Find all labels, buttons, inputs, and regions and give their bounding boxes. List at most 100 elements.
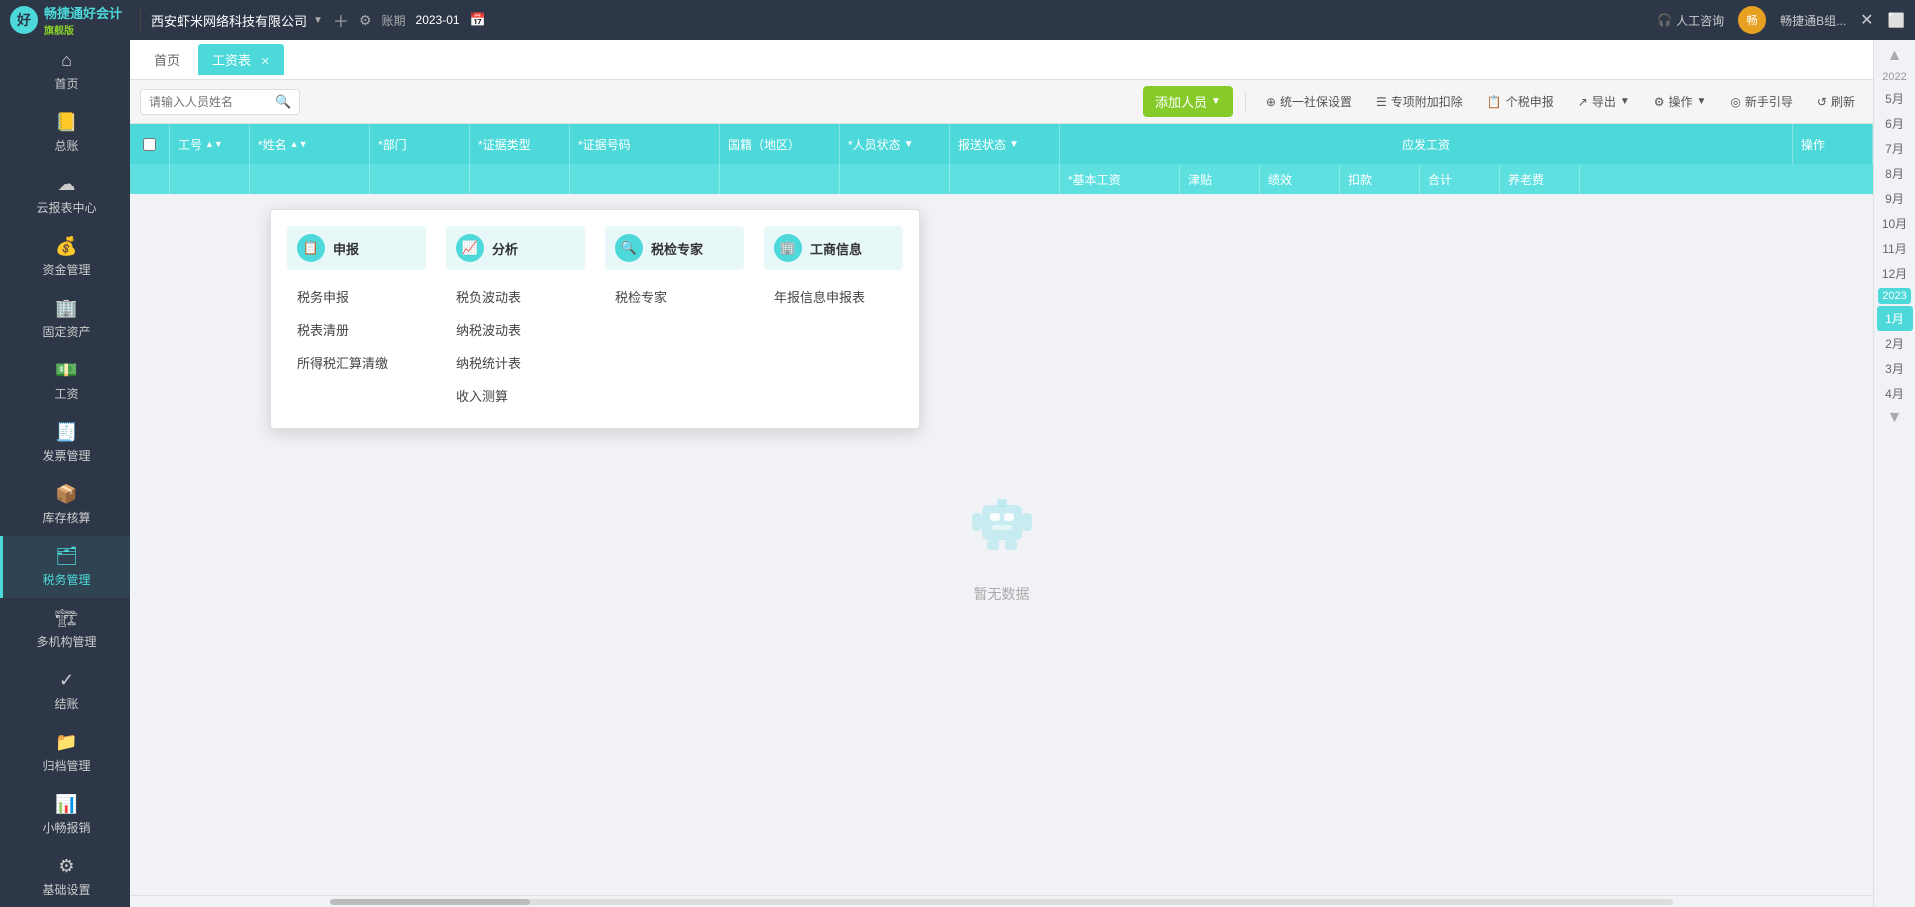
sidebar-item-basic-settings[interactable]: ⚙ 基础设置: [0, 846, 130, 907]
tab-bar: 首页 工资表 ✕: [130, 40, 1873, 80]
sub-th-total-label: 合计: [1428, 171, 1452, 188]
dropdown-item-tax-report[interactable]: 税务申报: [287, 280, 426, 313]
timeline-month-4[interactable]: 4月: [1877, 381, 1913, 406]
sidebar-item-fund[interactable]: 💰 资金管理: [0, 226, 130, 288]
filter-icon-status[interactable]: ▼: [904, 139, 914, 150]
th-nation: 国籍（地区）: [720, 124, 840, 164]
tab-salary-table[interactable]: 工资表 ✕: [198, 44, 284, 75]
timeline-month-8[interactable]: 8月: [1877, 161, 1913, 186]
add-person-button[interactable]: 添加人员 ▼: [1143, 86, 1233, 117]
social-insurance-label: 统一社保设置: [1280, 93, 1352, 110]
empty-robot-svg: [962, 485, 1042, 565]
user-avatar[interactable]: 畅: [1738, 6, 1766, 34]
personal-tax-label: 个税申报: [1506, 93, 1554, 110]
th-id-num-label: *证据号码: [578, 136, 631, 153]
headset-icon: 🎧: [1657, 13, 1672, 27]
maximize-window-button[interactable]: ⬜: [1888, 12, 1905, 29]
sidebar-item-home[interactable]: ⌂ 首页: [0, 40, 130, 102]
search-box[interactable]: 🔍: [140, 89, 300, 115]
tax-dropdown-menu: 📋 申报 税务申报 税表清册 所得税汇算清缴: [270, 209, 920, 429]
refresh-button[interactable]: ↺ 刷新: [1809, 89, 1863, 114]
company-selector[interactable]: 西安虾米网络科技有限公司 ▼: [151, 11, 323, 30]
dropdown-section-report-header: 📋 申报: [287, 226, 426, 270]
close-window-button[interactable]: ✕: [1860, 10, 1873, 30]
sidebar-item-inventory[interactable]: 📦 库存核算: [0, 474, 130, 536]
sidebar-item-multi-org[interactable]: 🏗 多机构管理: [0, 598, 130, 660]
sidebar-item-tax[interactable]: 🗂 税务管理: [0, 536, 130, 598]
select-all-checkbox[interactable]: [143, 138, 156, 151]
home-icon: ⌂: [61, 50, 72, 71]
empty-text: 暂无数据: [974, 584, 1030, 604]
operations-icon: ⚙: [1654, 95, 1665, 109]
th-dept-label: *部门: [378, 136, 407, 153]
personal-tax-button[interactable]: 📋 个税申报: [1479, 89, 1562, 114]
tab-close-button[interactable]: ✕: [261, 56, 270, 68]
sidebar-item-mini-report[interactable]: 📊 小畅报销: [0, 784, 130, 846]
search-input[interactable]: [149, 95, 269, 109]
timeline-month-6[interactable]: 6月: [1877, 111, 1913, 136]
operations-button[interactable]: ⚙ 操作 ▼: [1646, 89, 1715, 114]
dropdown-item-tax-table-manual[interactable]: 税表清册: [287, 313, 426, 346]
dropdown-item-annual-report[interactable]: 年报信息申报表: [764, 280, 903, 313]
add-person-dropdown-icon: ▼: [1211, 96, 1221, 107]
timeline-month-7[interactable]: 7月: [1877, 136, 1913, 161]
timeline-month-3[interactable]: 3月: [1877, 356, 1913, 381]
sidebar-item-archive[interactable]: 📁 归档管理: [0, 722, 130, 784]
company-dropdown-icon: ▼: [313, 15, 323, 26]
timeline-prev-button[interactable]: ▲: [1884, 44, 1906, 68]
timeline-month-11[interactable]: 11月: [1877, 236, 1913, 261]
th-checkbox[interactable]: [130, 124, 170, 164]
inventory-icon: 📦: [55, 484, 77, 505]
timeline-month-9[interactable]: 9月: [1877, 186, 1913, 211]
dropdown-item-tax-payment-fluctuation[interactable]: 纳税波动表: [446, 313, 585, 346]
dropdown-item-income-calc[interactable]: 收入测算: [446, 379, 585, 412]
dropdown-item-tax-fluctuation[interactable]: 税负波动表: [446, 280, 585, 313]
tab-home[interactable]: 首页: [140, 44, 194, 75]
sidebar-item-cloud-report[interactable]: ☁ 云报表中心: [0, 164, 130, 226]
right-timeline: ▲ 2022 5月 6月 7月 8月 9月 10月 11月 12月 2023 1…: [1873, 40, 1915, 907]
dropdown-section-analysis-header: 📈 分析: [446, 226, 585, 270]
dropdown-item-income-tax-clear[interactable]: 所得税汇算清缴: [287, 346, 426, 379]
timeline-month-12[interactable]: 12月: [1877, 261, 1913, 286]
sidebar-item-salary[interactable]: 💵 工资: [0, 350, 130, 412]
th-id-num: *证据号码: [570, 124, 720, 164]
calendar-icon[interactable]: 📅: [470, 12, 486, 28]
scroll-thumb[interactable]: [330, 899, 530, 905]
timeline-month-10[interactable]: 10月: [1877, 211, 1913, 236]
sidebar-item-label: 小畅报销: [42, 819, 90, 836]
dropdown-item-tax-expert[interactable]: 税检专家: [605, 280, 744, 313]
timeline-month-1[interactable]: 1月: [1877, 306, 1913, 331]
sidebar-item-invoice[interactable]: 🧾 发票管理: [0, 412, 130, 474]
sidebar-item-ledger[interactable]: 📒 总账: [0, 102, 130, 164]
content-area: 首页 工资表 ✕ 🔍 添加人员 ▼ ⊕ 统一社保设置: [130, 40, 1873, 907]
sidebar-item-label: 发票管理: [42, 447, 90, 464]
fund-icon: 💰: [55, 236, 77, 257]
new-guide-action-button[interactable]: ◎ 新手引导: [1722, 89, 1801, 114]
sidebar-item-label: 首页: [54, 75, 78, 92]
filter-icon-report-status[interactable]: ▼: [1009, 139, 1019, 150]
export-button[interactable]: ↗ 导出 ▼: [1570, 89, 1638, 114]
logo-text-group: 畅捷通好会计 旗舰版: [44, 3, 122, 37]
sidebar-item-label: 基础设置: [42, 881, 90, 898]
special-deduction-button[interactable]: ☰ 专项附加扣除: [1368, 89, 1471, 114]
sidebar-item-closing[interactable]: ✓ 结账: [0, 660, 130, 722]
tab-home-label: 首页: [154, 53, 180, 68]
period-label: 账期: [382, 12, 406, 29]
tax-fluctuation-label: 税负波动表: [456, 290, 521, 305]
tax-expert-label: 税检专家: [615, 290, 667, 305]
timeline-month-2[interactable]: 2月: [1877, 331, 1913, 356]
service-button[interactable]: 🎧 人工咨询: [1657, 12, 1724, 29]
add-company-button[interactable]: ＋: [333, 8, 349, 32]
timeline-month-5[interactable]: 5月: [1877, 86, 1913, 111]
tax-table-manual-label: 税表清册: [297, 323, 349, 338]
social-insurance-button[interactable]: ⊕ 统一社保设置: [1258, 89, 1360, 114]
bottom-scrollbar[interactable]: [130, 895, 1873, 907]
salary-icon: 💵: [55, 360, 77, 381]
dropdown-item-tax-stat[interactable]: 纳税统计表: [446, 346, 585, 379]
sidebar-item-label: 多机构管理: [36, 633, 96, 650]
mini-report-icon: 📊: [55, 794, 77, 815]
timeline-next-button[interactable]: ▼: [1884, 406, 1906, 430]
company-settings-icon[interactable]: ⚙: [359, 12, 372, 29]
sidebar-item-fixed-asset[interactable]: 🏢 固定资产: [0, 288, 130, 350]
special-deduction-label: 专项附加扣除: [1391, 93, 1463, 110]
